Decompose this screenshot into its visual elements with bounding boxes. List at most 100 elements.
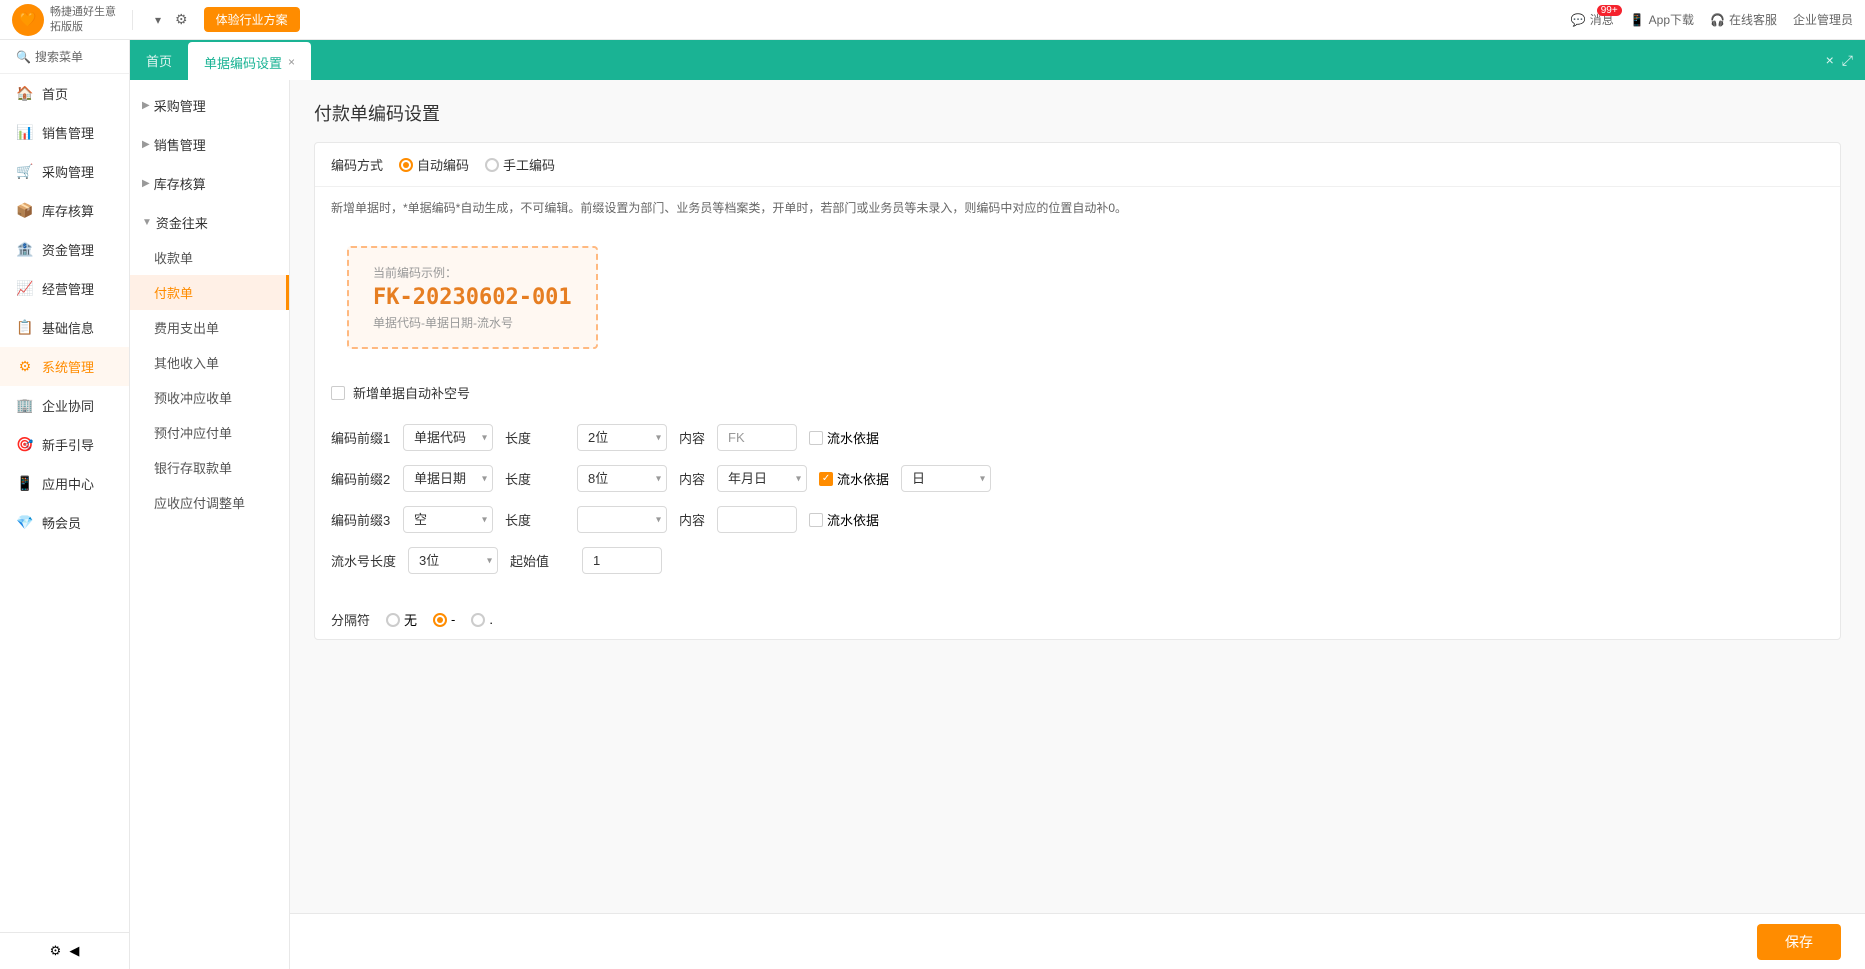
- menu-item-other-income[interactable]: 其他收入单: [130, 345, 289, 380]
- membership-icon: 💎: [16, 514, 34, 532]
- prefix2-select[interactable]: 单据日期 单据代码 部门 业务员 空: [403, 465, 493, 492]
- sidebar-item-enterprise[interactable]: 🏢 企业协同: [0, 386, 129, 425]
- sep-dot-radio[interactable]: .: [471, 612, 493, 627]
- radio-group-coding: 自动编码 手工编码: [399, 155, 555, 174]
- online-service-button[interactable]: 🎧 在线客服: [1710, 11, 1777, 28]
- menu-group-purchase-title[interactable]: ▶ 采购管理: [130, 88, 289, 123]
- chevron-right-icon: ▶: [142, 100, 150, 111]
- chevron-right-icon2: ▶: [142, 139, 150, 150]
- sep-dash-radio[interactable]: -: [433, 612, 455, 627]
- coding-method-label: 编码方式: [331, 155, 383, 174]
- logo: 🧡 畅捷通好生意 拓版版: [12, 4, 116, 36]
- tab-home[interactable]: 首页: [130, 40, 188, 80]
- info-text: 新增单据时，*单据编码*自动生成，不可编辑。前缀设置为部门、业务员等档案类，开单…: [315, 187, 1840, 230]
- sidebar: 🔍 搜索菜单 🏠 首页 📊 销售管理 🛒 采购管理 📦 库存核算 🏦 资金管理 …: [0, 40, 130, 969]
- nav-dropdown-button[interactable]: ▾: [149, 11, 167, 29]
- sidebar-item-operations[interactable]: 📈 经营管理: [0, 269, 129, 308]
- menu-group-funds-title[interactable]: ▼ 资金往来: [130, 205, 289, 240]
- topbar-right: 💬 消息 99+ 📱 App下载 🎧 在线客服 企业管理员: [1571, 11, 1853, 28]
- tab-bar: 首页 单据编码设置 × × ⤢: [130, 40, 1865, 80]
- save-button[interactable]: 保存: [1757, 924, 1841, 960]
- window-close-button[interactable]: ×: [1826, 52, 1834, 68]
- content3-label: 内容: [679, 510, 705, 529]
- content2-select-wrapper: 年月日 年月 年 ▾: [717, 465, 807, 492]
- menu-item-bank-deposit[interactable]: 银行存取款单: [130, 450, 289, 485]
- user-info[interactable]: 企业管理员: [1793, 11, 1853, 28]
- sep-none-radio[interactable]: 无: [386, 610, 417, 629]
- sidebar-item-purchase[interactable]: 🛒 采购管理: [0, 152, 129, 191]
- trial-button[interactable]: 体验行业方案: [204, 7, 300, 32]
- menu-item-adjust[interactable]: 应收应付调整单: [130, 485, 289, 520]
- serial-length-select-wrapper: 3位 4位 5位 6位 ▾: [408, 547, 498, 574]
- serial2-group: ✓ 流水依据: [819, 469, 889, 488]
- length3-select[interactable]: 2位 4位: [577, 506, 667, 533]
- form-section: 编码前缀1 单据代码 部门 业务员 空 ▾: [315, 412, 1840, 600]
- sidebar-item-apps[interactable]: 📱 应用中心: [0, 464, 129, 503]
- auto-fill-checkbox[interactable]: [331, 386, 345, 400]
- headset-icon: 🎧: [1710, 13, 1725, 27]
- content-area: ▶ 采购管理 ▶ 销售管理 ▶ 库存核算: [130, 80, 1865, 969]
- menu-group-sales: ▶ 销售管理: [130, 127, 289, 162]
- auto-fill-label: 新增单据自动补空号: [353, 383, 470, 402]
- sidebar-item-inventory[interactable]: 📦 库存核算: [0, 191, 129, 230]
- serial2-label: 流水依据: [837, 469, 889, 488]
- menu-item-pre-receivable[interactable]: 预收冲应收单: [130, 380, 289, 415]
- menu-item-receipt[interactable]: 收款单: [130, 240, 289, 275]
- prefix3-row: 编码前缀3 空 单据代码 单据日期 部门 业务员 ▾: [331, 506, 1824, 533]
- manual-code-radio[interactable]: 手工编码: [485, 155, 555, 174]
- start-value-label: 起始值: [510, 551, 570, 570]
- example-code: FK-20230602-001: [373, 285, 572, 310]
- length1-select[interactable]: 2位 4位 6位: [577, 424, 667, 451]
- sidebar-item-newbie[interactable]: 🎯 新手引导: [0, 425, 129, 464]
- prefix1-row: 编码前缀1 单据代码 部门 业务员 空 ▾: [331, 424, 1824, 451]
- menu-item-pre-payable[interactable]: 预付冲应付单: [130, 415, 289, 450]
- topbar-settings-button[interactable]: ⚙: [175, 11, 188, 28]
- content1-input[interactable]: [717, 424, 797, 451]
- serial2-unit-select[interactable]: 日 月 年: [901, 465, 991, 492]
- bottom-bar: 保存: [290, 913, 1865, 969]
- sidebar-collapse-icon[interactable]: ◀: [69, 943, 79, 959]
- content1-label: 内容: [679, 428, 705, 447]
- menu-group-inventory-title[interactable]: ▶ 库存核算: [130, 166, 289, 201]
- length1-select-wrapper: 2位 4位 6位 ▾: [577, 424, 667, 451]
- message-button[interactable]: 💬 消息 99+: [1571, 11, 1614, 28]
- sep-none-radio-circle: [386, 613, 400, 627]
- enterprise-icon: 🏢: [16, 397, 34, 415]
- left-menu: ▶ 采购管理 ▶ 销售管理 ▶ 库存核算: [130, 80, 290, 969]
- content3-input[interactable]: [717, 506, 797, 533]
- prefix1-select[interactable]: 单据代码 部门 业务员 空: [403, 424, 493, 451]
- menu-group-sales-title[interactable]: ▶ 销售管理: [130, 127, 289, 162]
- tab-close-button[interactable]: ×: [288, 55, 295, 69]
- sidebar-item-sales[interactable]: 📊 销售管理: [0, 113, 129, 152]
- menu-group-purchase: ▶ 采购管理: [130, 88, 289, 123]
- app-download-button[interactable]: 📱 App下载: [1630, 11, 1694, 28]
- content2-select[interactable]: 年月日 年月 年: [717, 465, 807, 492]
- sidebar-search[interactable]: 🔍 搜索菜单: [0, 40, 129, 74]
- start-value-input[interactable]: [582, 547, 662, 574]
- menu-item-payment[interactable]: 付款单: [130, 275, 289, 310]
- serial3-checkbox[interactable]: [809, 513, 823, 527]
- prefix3-select[interactable]: 空 单据代码 单据日期 部门 业务员: [403, 506, 493, 533]
- sidebar-item-basic[interactable]: 📋 基础信息: [0, 308, 129, 347]
- sep-dot-radio-circle: [471, 613, 485, 627]
- search-menu-button[interactable]: 🔍 搜索菜单: [16, 48, 113, 65]
- serial2-checkbox[interactable]: ✓: [819, 472, 833, 486]
- menu-item-expense[interactable]: 费用支出单: [130, 310, 289, 345]
- length2-select[interactable]: 8位 4位 6位: [577, 465, 667, 492]
- sidebar-settings-icon[interactable]: ⚙: [50, 943, 62, 959]
- sidebar-bottom: ⚙ ◀: [0, 932, 129, 969]
- manual-code-radio-circle: [485, 158, 499, 172]
- operations-icon: 📈: [16, 280, 34, 298]
- auto-code-radio[interactable]: 自动编码: [399, 155, 469, 174]
- serial-length-select[interactable]: 3位 4位 5位 6位: [408, 547, 498, 574]
- sidebar-item-home[interactable]: 🏠 首页: [0, 74, 129, 113]
- example-desc: 单据代码-单据日期-流水号: [373, 314, 572, 331]
- tab-encoding[interactable]: 单据编码设置 ×: [188, 42, 311, 82]
- message-badge: 99+: [1597, 5, 1622, 16]
- content2-label: 内容: [679, 469, 705, 488]
- sidebar-item-finance[interactable]: 🏦 资金管理: [0, 230, 129, 269]
- window-expand-button[interactable]: ⤢: [1842, 52, 1853, 69]
- sidebar-item-membership[interactable]: 💎 畅会员: [0, 503, 129, 542]
- sidebar-item-system[interactable]: ⚙ 系统管理: [0, 347, 129, 386]
- serial1-checkbox[interactable]: [809, 431, 823, 445]
